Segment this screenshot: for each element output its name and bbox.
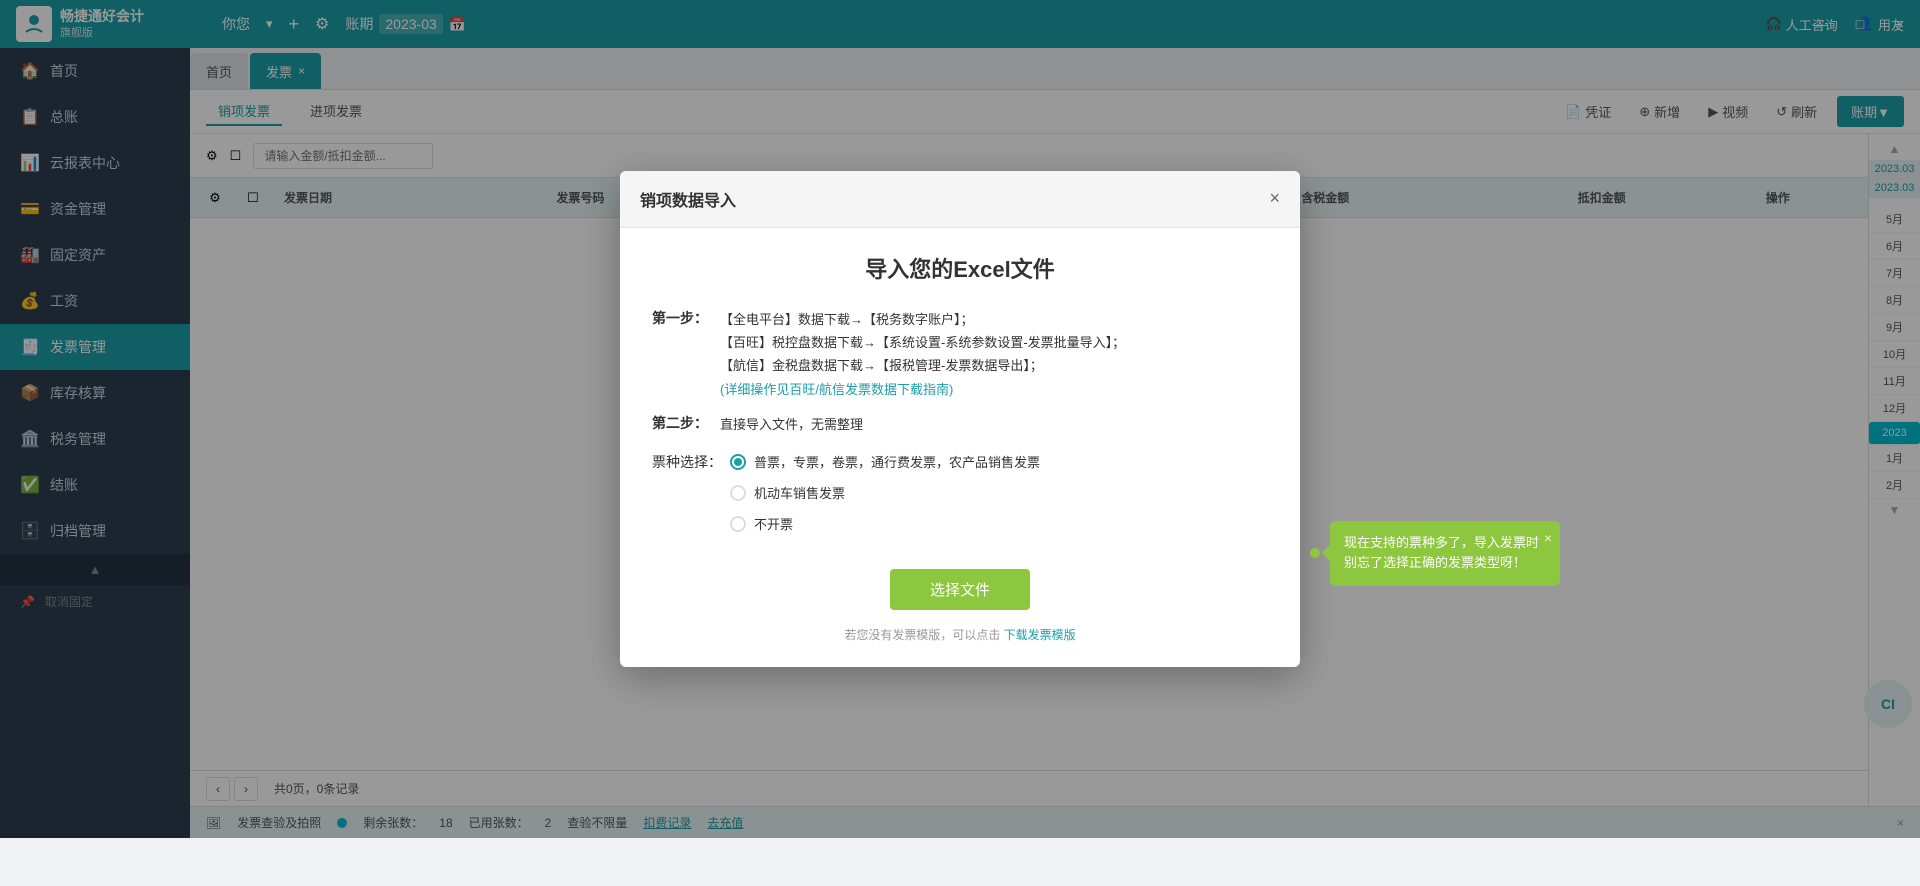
- radio-general-label: 普票，专票，卷票，通行费发票，农产品销售发票: [754, 452, 1040, 471]
- step1-link-text[interactable]: (详细操作见百旺/航信发票数据下载指南): [720, 382, 953, 397]
- step1-line1: 【全电平台】数据下载→【税务数字账户】；: [720, 308, 1125, 331]
- ticket-options: 普票，专票，卷票，通行费发票，农产品销售发票 机动车销售发票 不开票: [730, 452, 1040, 545]
- modal-overlay[interactable]: 销项数据导入 × 导入您的Excel文件 第一步： 【全电平台】数据下载→【税务…: [0, 0, 1920, 838]
- tooltip-bubble: × 现在支持的票种多了，导入发票时别忘了选择正确的发票类型呀！: [1330, 521, 1560, 587]
- step2-row: 第二步： 直接导入文件，无需整理: [652, 413, 1268, 436]
- step1-link[interactable]: (详细操作见百旺/航信发票数据下载指南): [720, 378, 1125, 401]
- modal-title: 销项数据导入: [640, 187, 736, 211]
- modal-close-button[interactable]: ×: [1269, 188, 1280, 209]
- radio-vehicle-circle: [730, 485, 746, 501]
- tooltip-text: 现在支持的票种多了，导入发票时别忘了选择正确的发票类型呀！: [1344, 535, 1539, 571]
- modal-body: 导入您的Excel文件 第一步： 【全电平台】数据下载→【税务数字账户】； 【百…: [620, 228, 1300, 668]
- ticket-selection-label: 票种选择：: [652, 452, 722, 472]
- radio-vehicle[interactable]: 机动车销售发票: [730, 483, 1040, 502]
- radio-general[interactable]: 普票，专票，卷票，通行费发票，农产品销售发票: [730, 452, 1040, 471]
- download-template-link[interactable]: 下载发票模版: [1004, 628, 1076, 642]
- tooltip-close[interactable]: ×: [1544, 527, 1552, 549]
- tooltip-arrow: [1322, 545, 1330, 561]
- tooltip-dot: [1310, 548, 1320, 558]
- radio-general-circle: [730, 454, 746, 470]
- ticket-selection: 票种选择： 普票，专票，卷票，通行费发票，农产品销售发票 机动车销售: [652, 452, 1268, 545]
- step1-line2: 【百旺】税控盘数据下载→【系统设置-系统参数设置-发票批量导入】；: [720, 331, 1125, 354]
- step2-content: 直接导入文件，无需整理: [720, 413, 863, 436]
- modal-main-title: 导入您的Excel文件: [652, 252, 1268, 284]
- radio-vehicle-label: 机动车销售发票: [754, 483, 845, 502]
- step1-label: 第一步：: [652, 308, 712, 402]
- modal-dialog: 销项数据导入 × 导入您的Excel文件 第一步： 【全电平台】数据下载→【税务…: [620, 171, 1300, 668]
- modal-footer-text: 若您没有发票模版，可以点击: [844, 628, 1000, 642]
- radio-general-inner: [734, 458, 742, 466]
- select-file-button[interactable]: 选择文件: [890, 569, 1030, 610]
- step1-content: 【全电平台】数据下载→【税务数字账户】； 【百旺】税控盘数据下载→【系统设置-系…: [720, 308, 1125, 402]
- modal-footer: 若您没有发票模版，可以点击 下载发票模版: [652, 626, 1268, 643]
- radio-no-invoice[interactable]: 不开票: [730, 514, 1040, 533]
- step1-line3: 【航信】金税盘数据下载→【报税管理-发票数据导出】；: [720, 354, 1125, 377]
- radio-no-invoice-circle: [730, 516, 746, 532]
- step2-label: 第二步：: [652, 413, 712, 436]
- modal-header: 销项数据导入 ×: [620, 171, 1300, 228]
- radio-no-invoice-label: 不开票: [754, 514, 793, 533]
- step1-row: 第一步： 【全电平台】数据下载→【税务数字账户】； 【百旺】税控盘数据下载→【系…: [652, 308, 1268, 402]
